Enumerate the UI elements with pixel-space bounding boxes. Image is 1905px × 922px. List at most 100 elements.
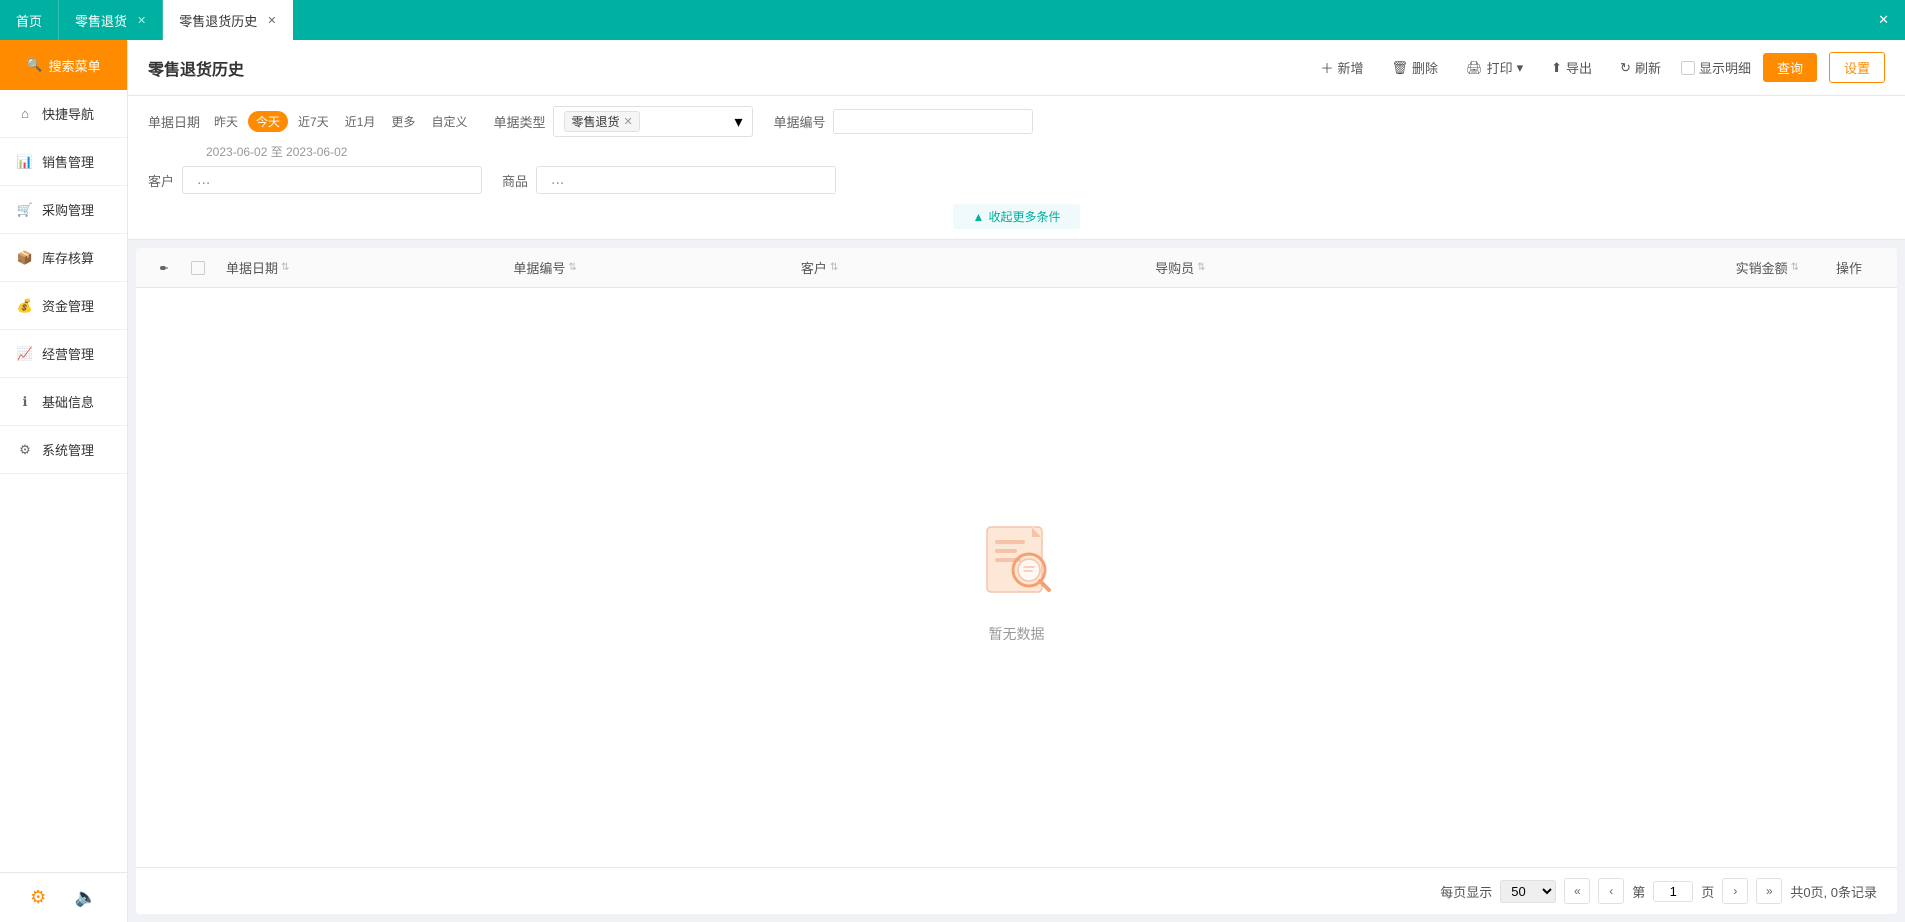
customer-selector[interactable]: ... [182,166,482,194]
th-customer-label: 客户 [801,258,827,277]
date-btn-today[interactable]: 今天 [248,111,288,132]
finance-icon: 💰 [16,297,34,315]
th-customer[interactable]: 客户 ⇅ [791,258,1145,277]
tab-retail-return-close[interactable]: ✕ [137,14,146,27]
customer-ellipsis: ... [193,171,214,189]
refresh-label: 刷新 [1635,58,1661,77]
page-unit: 页 [1701,882,1714,901]
goods-filter: 商品 ... [502,166,836,194]
sidebar-item-home-label: 快捷导航 [42,104,94,123]
refresh-button[interactable]: ↻ 刷新 [1612,54,1669,81]
tab-retail-return-history-label: 零售退货历史 [179,11,257,30]
sidebar-item-finance-label: 资金管理 [42,296,94,315]
delete-label: 删除 [1412,58,1438,77]
export-icon: ⬆ [1551,60,1562,76]
customer-filter-label: 客户 [148,171,174,190]
sidebar-item-home[interactable]: ⌂ 快捷导航 [0,90,127,138]
delete-button[interactable]: 🗑 删除 [1384,54,1447,81]
tab-home[interactable]: 首页 [0,0,59,40]
type-selector[interactable]: 零售退货 ✕ ▾ [553,106,753,137]
type-tag-close[interactable]: ✕ [623,115,632,128]
th-docnum-label: 单据编号 [513,258,565,277]
export-button[interactable]: ⬆ 导出 [1543,54,1600,81]
tab-retail-return-label: 零售退货 [75,11,127,30]
query-label: 查询 [1777,58,1803,77]
last-page-btn[interactable]: » [1756,878,1782,904]
main-layout: 🔍 搜索菜单 ⌂ 快捷导航 📊 销售管理 🛒 采购管理 📦 库存核算 💰 [0,40,1905,922]
th-ops-label: 操作 [1836,258,1862,277]
docnum-filter: 单据编号 [773,109,1033,134]
th-amount-sort: ⇅ [1791,262,1799,273]
sidebar-item-info[interactable]: ℹ 基础信息 [0,378,127,426]
per-page-select[interactable]: 50 100 200 [1500,880,1556,903]
content-area: 零售退货历史 ＋ 新增 🗑 删除 🖨 打印 ▾ [128,40,1905,922]
page-number-input[interactable] [1653,881,1693,902]
select-all-box[interactable] [191,261,205,275]
customer-filter: 客户 ... [148,166,482,194]
th-customer-sort: ⇅ [830,262,838,273]
prev-page-btn[interactable]: ‹ [1598,878,1624,904]
tab-retail-return-history[interactable]: 零售退货历史 ✕ [163,0,293,40]
date-filter-label: 单据日期 [148,112,200,131]
sales-icon: 📊 [16,153,34,171]
th-guide-label: 导购员 [1155,258,1194,277]
tab-home-label: 首页 [16,11,42,30]
sidebar-item-business-label: 经营管理 [42,344,94,363]
query-button[interactable]: 查询 [1763,53,1817,82]
th-docnum-sort: ⇅ [568,262,576,273]
date-btn-7days[interactable]: 近7天 [292,111,335,132]
table-select-all-checkbox[interactable] [180,261,216,275]
page-label: 第 [1632,882,1645,901]
settings-button[interactable]: 设置 [1829,52,1885,83]
settings-bottom-icon[interactable]: ⚙ [30,887,46,908]
page-title: 零售退货历史 [148,56,244,80]
info-icon: ℹ [16,393,34,411]
type-tag-text: 零售退货 [571,113,619,130]
date-btn-custom[interactable]: 自定义 [425,111,473,132]
sidebar-item-purchase[interactable]: 🛒 采购管理 [0,186,127,234]
volume-bottom-icon[interactable]: 🔈 [74,887,96,908]
print-button[interactable]: 🖨 打印 ▾ [1458,54,1531,81]
collapse-label: 收起更多条件 [988,208,1060,225]
sidebar-item-system[interactable]: ⚙ 系统管理 [0,426,127,474]
goods-selector[interactable]: ... [536,166,836,194]
system-icon: ⚙ [16,441,34,459]
filter-row-1: 单据日期 昨天 今天 近7天 近1月 更多 自定义 单据类型 [148,106,1885,137]
sidebar-search[interactable]: 🔍 搜索菜单 [0,40,127,90]
first-page-btn[interactable]: « [1564,878,1590,904]
new-button[interactable]: ＋ 新增 [1312,54,1371,81]
sidebar-item-business[interactable]: 📈 经营管理 [0,330,127,378]
th-amount[interactable]: 实销金额 ⇅ [1611,258,1809,277]
sidebar-item-system-label: 系统管理 [42,440,94,459]
sidebar-item-sales-label: 销售管理 [42,152,94,171]
th-date-sort: ⇅ [281,262,289,273]
th-ops: 操作 [1809,258,1889,277]
table-settings-btn[interactable] [144,260,180,276]
filter-row-date-range: 2023-06-02 至 2023-06-02 [148,143,1885,160]
print-dropdown-icon: ▾ [1517,60,1524,76]
collapse-button[interactable]: ▲ 收起更多条件 [953,204,1081,229]
sidebar-item-inventory[interactable]: 📦 库存核算 [0,234,127,282]
sidebar-item-finance[interactable]: 💰 资金管理 [0,282,127,330]
docnum-input[interactable] [833,109,1033,134]
window-close-button[interactable]: ✕ [1862,12,1905,28]
show-detail-toggle[interactable]: 显示明细 [1681,58,1751,77]
th-docnum[interactable]: 单据编号 ⇅ [503,258,790,277]
goods-filter-label: 商品 [502,171,528,190]
empty-text: 暂无数据 [989,624,1045,644]
type-tag: 零售退货 ✕ [564,111,639,132]
filter-area: 单据日期 昨天 今天 近7天 近1月 更多 自定义 单据类型 [128,96,1905,240]
date-btn-yesterday[interactable]: 昨天 [208,111,244,132]
th-guide[interactable]: 导购员 ⇅ [1145,258,1388,277]
date-btn-more[interactable]: 更多 [385,111,421,132]
tab-retail-return[interactable]: 零售退货 ✕ [59,0,163,40]
sidebar-item-info-label: 基础信息 [42,392,94,411]
sidebar-item-sales[interactable]: 📊 销售管理 [0,138,127,186]
show-detail-checkbox[interactable] [1681,61,1695,75]
sidebar-nav: ⌂ 快捷导航 📊 销售管理 🛒 采购管理 📦 库存核算 💰 资金管理 📈 [0,90,127,872]
th-date[interactable]: 单据日期 ⇅ [216,258,503,277]
date-btn-1month[interactable]: 近1月 [339,111,382,132]
tab-retail-return-history-close[interactable]: ✕ [267,14,276,27]
next-page-btn[interactable]: › [1722,878,1748,904]
table-header: 单据日期 ⇅ 单据编号 ⇅ 客户 ⇅ 导购员 ⇅ 实销金额 [136,248,1897,288]
